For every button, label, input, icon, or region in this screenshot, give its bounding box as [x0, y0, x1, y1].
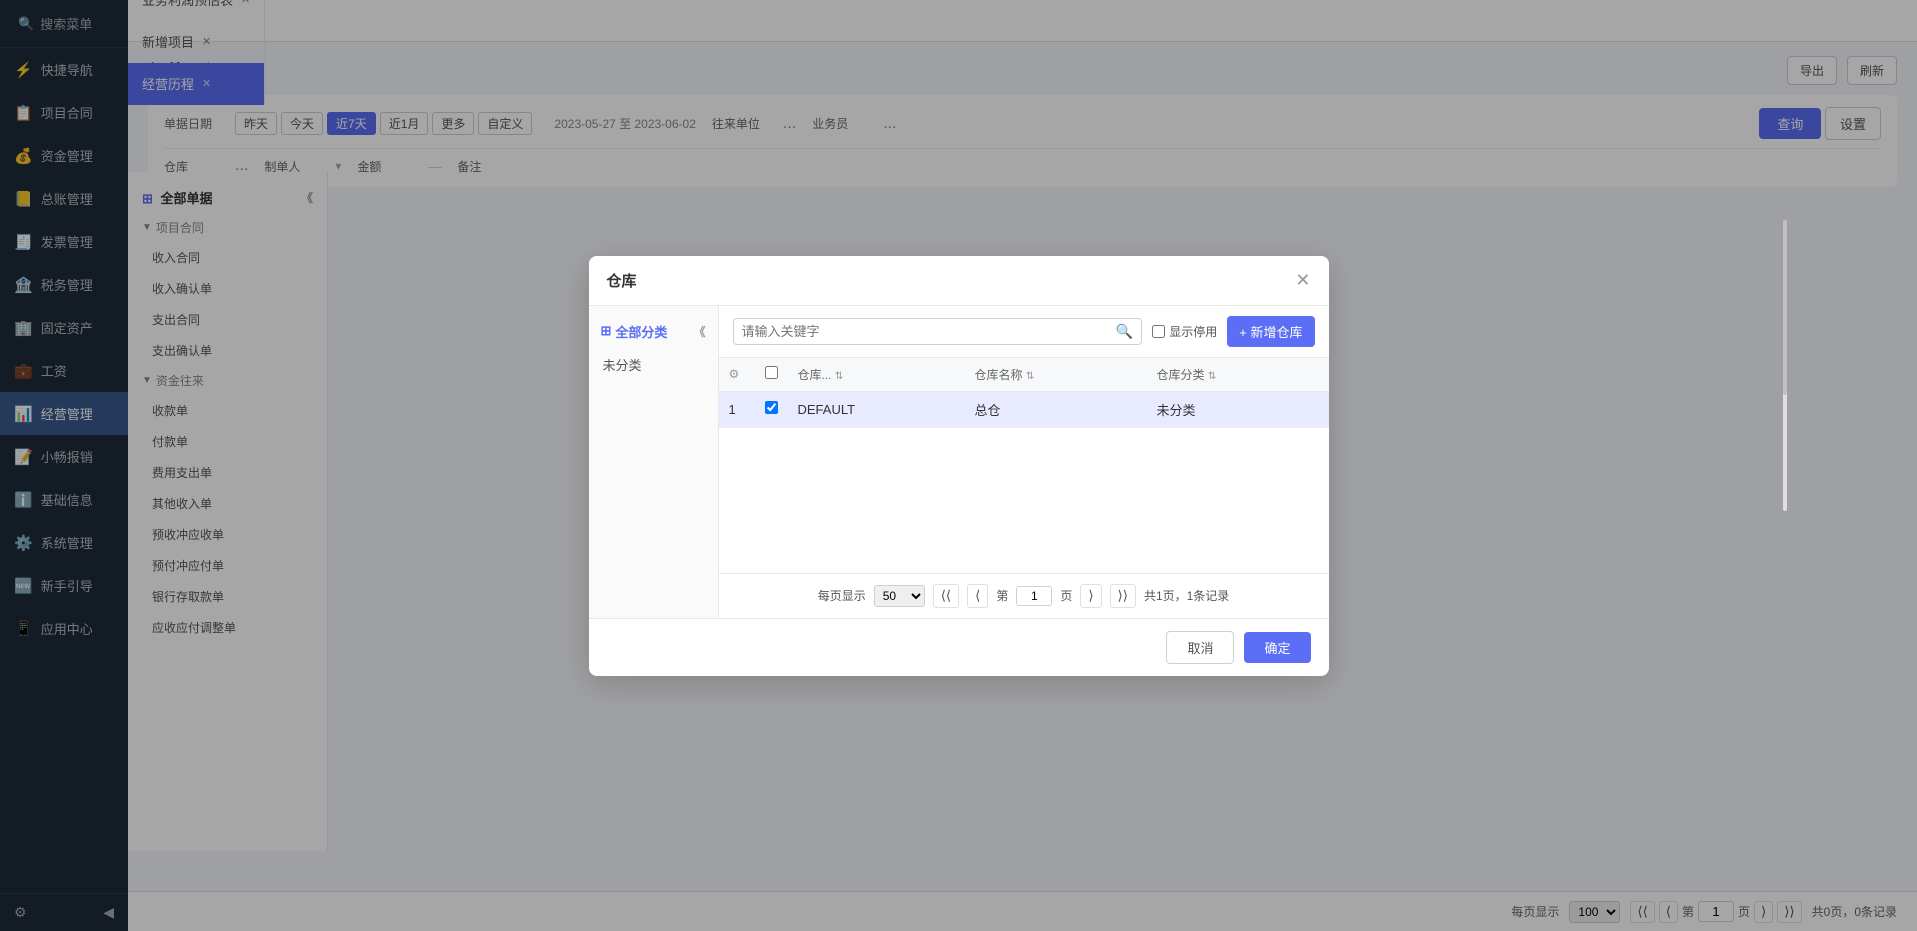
sort-name-icon[interactable]: ⇅ — [1026, 371, 1034, 382]
modal-close-button[interactable]: ✕ — [1295, 270, 1310, 291]
category-all[interactable]: ⊞ 全部分类 《 — [589, 316, 718, 347]
row-code: DEFAULT — [788, 391, 965, 427]
col-name-label: 仓库名称 — [975, 368, 1023, 382]
select-all-checkbox[interactable] — [765, 366, 778, 379]
modal-last-page[interactable]: ⟩⟩ — [1110, 584, 1136, 608]
modal-right: 🔍 显示停用 + 新增仓库 ⚙ — [719, 306, 1329, 618]
modal-prev-page[interactable]: ⟨ — [967, 584, 988, 608]
search-input-wrap: 🔍 — [733, 318, 1143, 345]
col-gear: ⚙ — [719, 358, 755, 392]
modal-per-page-label: 每页显示 — [818, 587, 866, 604]
sort-category-icon[interactable]: ⇅ — [1208, 371, 1216, 382]
add-warehouse-button[interactable]: + 新增仓库 — [1227, 316, 1314, 347]
category-panel: ⊞ 全部分类 《 未分类 — [589, 306, 719, 618]
row-name: 总仓 — [965, 391, 1147, 427]
row-select-checkbox[interactable] — [765, 401, 778, 414]
show-disabled-wrap: 显示停用 — [1152, 323, 1217, 340]
modal-first-page[interactable]: ⟨⟨ — [933, 584, 959, 608]
col-category: 仓库分类 ⇅ — [1146, 358, 1328, 392]
col-category-label: 仓库分类 — [1156, 368, 1204, 382]
modal-title: 仓库 — [607, 270, 637, 291]
sort-code-icon[interactable]: ⇅ — [835, 371, 843, 382]
table-row[interactable]: 1 DEFAULT 总仓 未分类 — [719, 391, 1329, 427]
modal-footer: 取消 确定 — [589, 618, 1329, 676]
modal-search-bar: 🔍 显示停用 + 新增仓库 — [719, 306, 1329, 358]
modal-header: 仓库 ✕ — [589, 256, 1329, 306]
show-disabled-checkbox[interactable] — [1152, 325, 1165, 338]
warehouse-search-input[interactable] — [742, 324, 1116, 339]
col-code-label: 仓库... — [798, 368, 832, 382]
gear-icon[interactable]: ⚙ — [729, 367, 740, 381]
col-checkbox — [755, 358, 788, 392]
row-checkbox[interactable] — [755, 391, 788, 427]
search-icon: 🔍 — [1116, 323, 1133, 340]
modal-body: ⊞ 全部分类 《 未分类 🔍 — [589, 306, 1329, 618]
modal-pagination: 每页显示 50 20 100 ⟨⟨ ⟨ 第 页 ⟩ ⟩⟩ 共1页，1条记录 — [719, 573, 1329, 618]
category-collapse[interactable]: 《 — [693, 323, 705, 340]
modal-total: 共1页，1条记录 — [1144, 587, 1229, 604]
modal-per-page-select[interactable]: 50 20 100 — [874, 585, 925, 607]
category-spacer — [589, 382, 718, 582]
warehouse-table: ⚙ 仓库... ⇅ 仓库名称 — [719, 358, 1329, 573]
row-category: 未分类 — [1146, 391, 1328, 427]
modal-page-label: 第 — [996, 587, 1008, 604]
col-name: 仓库名称 ⇅ — [965, 358, 1147, 392]
modal-page-label2: 页 — [1060, 587, 1072, 604]
category-items: 未分类 — [589, 347, 718, 382]
modal-next-page[interactable]: ⟩ — [1080, 584, 1101, 608]
row-index: 1 — [719, 391, 755, 427]
category-icon: ⊞ — [601, 323, 612, 339]
warehouse-modal: 仓库 ✕ ⊞ 全部分类 《 未分类 — [589, 256, 1329, 676]
category-all-label: 全部分类 — [615, 322, 667, 341]
category-item-未分类[interactable]: 未分类 — [589, 347, 718, 382]
modal-overlay: 仓库 ✕ ⊞ 全部分类 《 未分类 — [0, 0, 1917, 931]
col-code: 仓库... ⇅ — [788, 358, 965, 392]
show-disabled-label: 显示停用 — [1169, 323, 1217, 340]
confirm-button[interactable]: 确定 — [1244, 632, 1310, 663]
cancel-button[interactable]: 取消 — [1166, 631, 1234, 664]
modal-page-input[interactable] — [1016, 586, 1052, 606]
